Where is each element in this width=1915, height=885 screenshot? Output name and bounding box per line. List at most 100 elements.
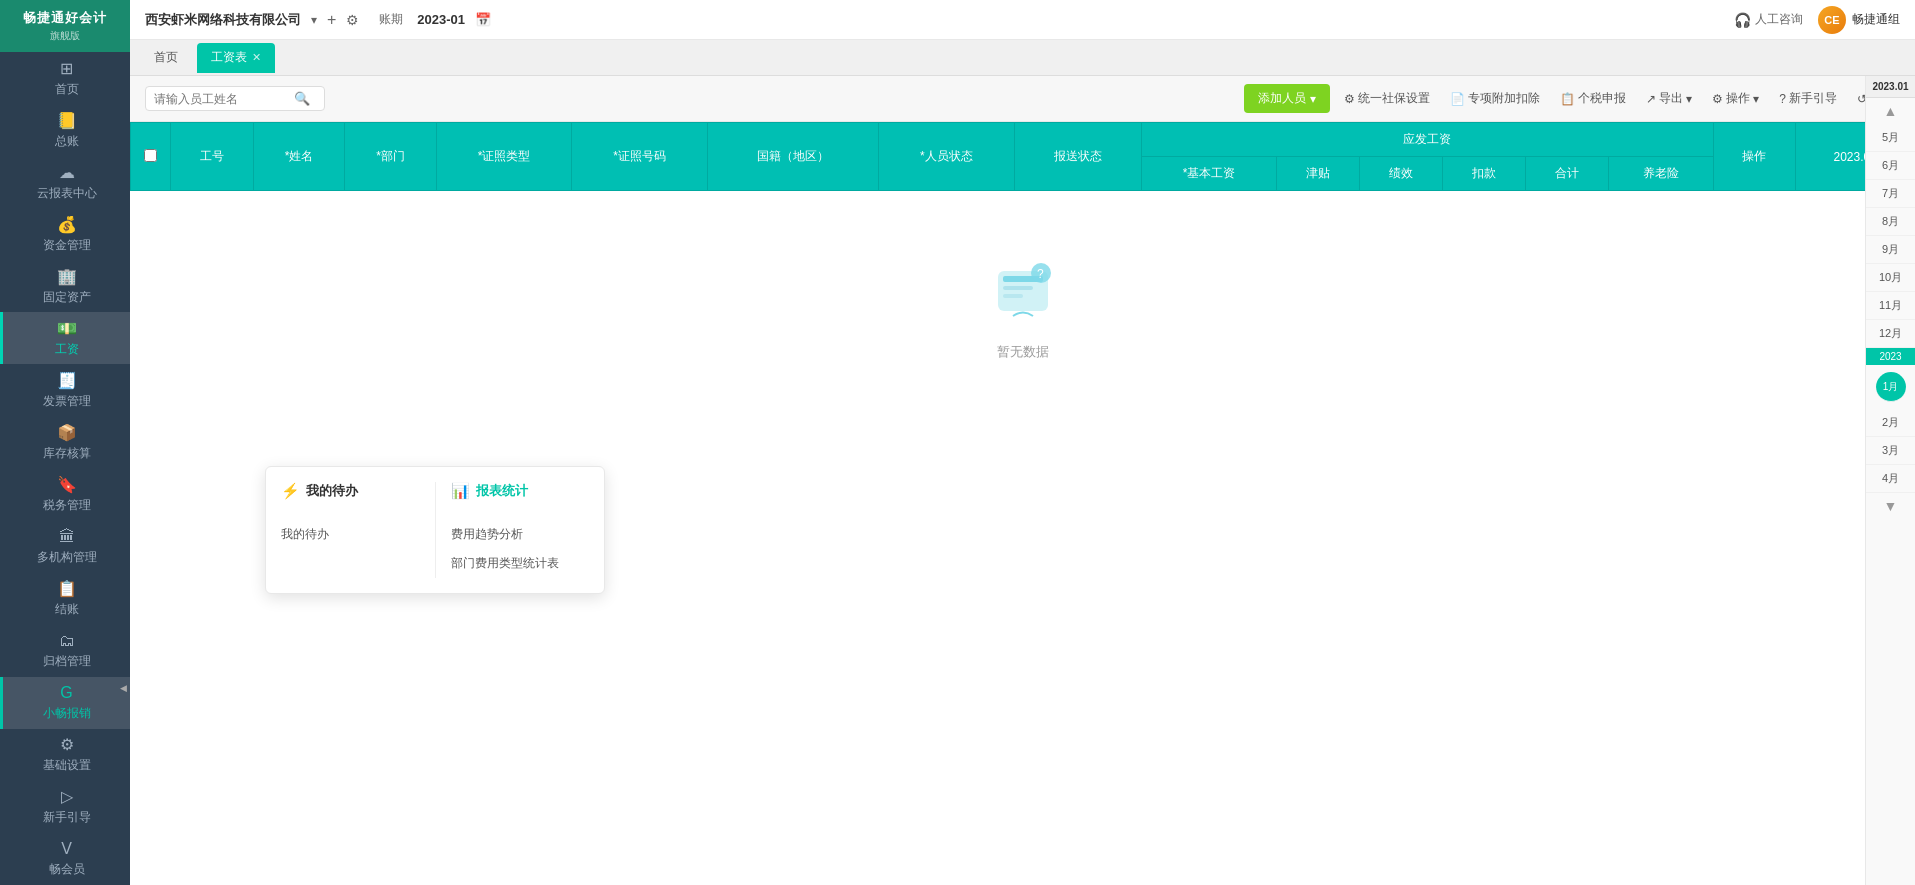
settings-icon[interactable]: ⚙ — [346, 12, 359, 28]
add-person-label: 添加人员 — [1258, 90, 1306, 107]
salary-icon: 💵 — [57, 319, 77, 338]
sidebar-item-member[interactable]: V 畅会员 — [0, 833, 130, 885]
popup-col-2: 📊 报表统计 费用趋势分析 部门费用类型统计表 — [436, 482, 605, 578]
header-action: 操作 — [1713, 123, 1796, 191]
operation-button[interactable]: ⚙ 操作 ▾ — [1706, 86, 1765, 111]
social-security-label: 统一社保设置 — [1358, 90, 1430, 107]
header-id-no: *证照号码 — [572, 123, 708, 191]
timeline-nav-up[interactable]: ▲ — [1866, 98, 1915, 124]
header-send-status: 报送状态 — [1014, 123, 1141, 191]
operation-dropdown-icon: ▾ — [1753, 92, 1759, 106]
timeline-month-1-active[interactable]: 1月 — [1876, 372, 1906, 402]
sidebar-item-assets[interactable]: 🏢 固定资产 — [0, 260, 130, 312]
popup-section1-title: ⚡ 我的待办 — [281, 482, 420, 508]
timeline-month-6[interactable]: 6月 — [1866, 152, 1915, 180]
closing-icon: 📋 — [57, 579, 77, 598]
company-dropdown-icon[interactable]: ▾ — [311, 13, 317, 27]
timeline-month-3[interactable]: 3月 — [1866, 437, 1915, 465]
header-salary-group: 应发工资 — [1141, 123, 1713, 157]
sidebar-item-home[interactable]: ⊞ 首页 — [0, 52, 130, 104]
timeline-month-9[interactable]: 9月 — [1866, 236, 1915, 264]
sidebar-item-inventory[interactable]: 📦 库存核算 — [0, 417, 130, 469]
sidebar-item-closing[interactable]: 📋 结账 — [0, 573, 130, 625]
search-input[interactable] — [154, 92, 294, 106]
popup-col-1: ⚡ 我的待办 我的待办 — [266, 482, 435, 578]
close-tab-icon[interactable]: ✕ — [252, 51, 261, 64]
content-area: 🔍 添加人员 ▾ ⚙ 统一社保设置 📄 专项附加扣除 📋 个税申报 — [130, 76, 1915, 885]
app-subtitle: 旗舰版 — [50, 29, 80, 43]
social-security-button[interactable]: ⚙ 统一社保设置 — [1338, 86, 1436, 111]
multi-org-icon: 🏛 — [59, 528, 75, 546]
sidebar: 畅捷通好会计 旗舰版 ⊞ 首页 📒 总账 ☁ 云报表中心 💰 资金管理 🏢 固定… — [0, 0, 130, 885]
sidebar-item-invoice[interactable]: 🧾 发票管理 — [0, 364, 130, 416]
xiao-chang-icon: G — [60, 684, 72, 702]
timeline-month-12[interactable]: 12月 — [1866, 320, 1915, 348]
tab-salary[interactable]: 工资表 ✕ — [197, 43, 275, 73]
sidebar-item-tax[interactable]: 🔖 税务管理 — [0, 469, 130, 521]
timeline-month-7[interactable]: 7月 — [1866, 180, 1915, 208]
sidebar-label-salary: 工资 — [55, 341, 79, 358]
header-checkbox[interactable] — [131, 123, 171, 191]
sidebar-label-inventory: 库存核算 — [43, 445, 91, 462]
popup-item-dept-expense[interactable]: 部门费用类型统计表 — [451, 549, 590, 578]
sidebar-item-cloud-report[interactable]: ☁ 云报表中心 — [0, 156, 130, 208]
sidebar-label-home: 首页 — [55, 81, 79, 98]
special-deduct-button[interactable]: 📄 专项附加扣除 — [1444, 86, 1546, 111]
guide-button[interactable]: ? 新手引导 — [1773, 86, 1843, 111]
special-deduct-label: 专项附加扣除 — [1468, 90, 1540, 107]
add-person-button[interactable]: 添加人员 ▾ — [1244, 84, 1330, 113]
empty-illustration: ? — [983, 251, 1063, 331]
timeline-month-4[interactable]: 4月 — [1866, 465, 1915, 493]
search-icon[interactable]: 🔍 — [294, 91, 310, 106]
sidebar-item-new-guide[interactable]: ▷ 新手引导 — [0, 781, 130, 833]
sidebar-label-ledger: 总账 — [55, 133, 79, 150]
export-button[interactable]: ↗ 导出 ▾ — [1640, 86, 1698, 111]
sidebar-item-fund[interactable]: 💰 资金管理 — [0, 208, 130, 260]
calendar-icon[interactable]: 📅 — [475, 12, 491, 27]
header-dept: *部门 — [345, 123, 436, 191]
header-bonus: 津贴 — [1277, 157, 1360, 191]
tab-salary-label: 工资表 — [211, 49, 247, 66]
sidebar-item-archive[interactable]: 🗂 归档管理 — [0, 625, 130, 677]
sidebar-label-closing: 结账 — [55, 601, 79, 618]
sidebar-item-basic-settings[interactable]: ⚙ 基础设置 — [0, 729, 130, 781]
sidebar-item-xiao-chang[interactable]: G 小畅报销 ◀ — [0, 677, 130, 729]
timeline-header: 2023.01 — [1866, 76, 1915, 98]
popup-section2-title: 📊 报表统计 — [451, 482, 590, 508]
sidebar-label-guide: 新手引导 — [43, 809, 91, 826]
svg-rect-2 — [1003, 286, 1033, 290]
sidebar-item-multi-org[interactable]: 🏛 多机构管理 — [0, 521, 130, 573]
fund-icon: 💰 — [57, 215, 77, 234]
sidebar-label-cloud: 云报表中心 — [37, 185, 97, 202]
timeline-month-11[interactable]: 11月 — [1866, 292, 1915, 320]
tax-return-button[interactable]: 📋 个税申报 — [1554, 86, 1632, 111]
timeline-month-2[interactable]: 2月 — [1866, 409, 1915, 437]
timeline-year-2023: 2023 — [1866, 348, 1915, 365]
header-status: *人员状态 — [879, 123, 1015, 191]
header-id-type: *证照类型 — [436, 123, 572, 191]
empty-text: 暂无数据 — [997, 343, 1049, 361]
tab-home-label: 首页 — [154, 49, 178, 66]
svg-rect-3 — [1003, 294, 1023, 298]
operation-label: 操作 — [1726, 90, 1750, 107]
header-total: 合计 — [1525, 157, 1608, 191]
header-emp-no: 工号 — [171, 123, 254, 191]
social-security-icon: ⚙ — [1344, 92, 1355, 106]
timeline-month-10[interactable]: 10月 — [1866, 264, 1915, 292]
user-profile[interactable]: CE 畅捷通组 — [1818, 6, 1900, 34]
popup-item-expense-trend[interactable]: 费用趋势分析 — [451, 520, 590, 549]
timeline-month-8[interactable]: 8月 — [1866, 208, 1915, 236]
sidebar-item-ledger[interactable]: 📒 总账 — [0, 104, 130, 156]
tab-home[interactable]: 首页 — [140, 43, 192, 73]
search-box[interactable]: 🔍 — [145, 86, 325, 111]
add-company-button[interactable]: + — [327, 11, 336, 29]
timeline-month-5[interactable]: 5月 — [1866, 124, 1915, 152]
sidebar-item-salary[interactable]: 💵 工资 — [0, 312, 130, 364]
popup-menu: ⚡ 我的待办 我的待办 📊 报表统计 费用趋势分析 部门费用类型统计表 — [265, 466, 605, 594]
user-name: 畅捷通组 — [1852, 11, 1900, 28]
sidebar-label-assets: 固定资产 — [43, 289, 91, 306]
service-button[interactable]: 🎧 人工咨询 — [1734, 11, 1803, 28]
select-all-checkbox[interactable] — [144, 149, 157, 162]
timeline-nav-down[interactable]: ▼ — [1866, 493, 1915, 519]
popup-item-my-pending[interactable]: 我的待办 — [281, 520, 420, 549]
